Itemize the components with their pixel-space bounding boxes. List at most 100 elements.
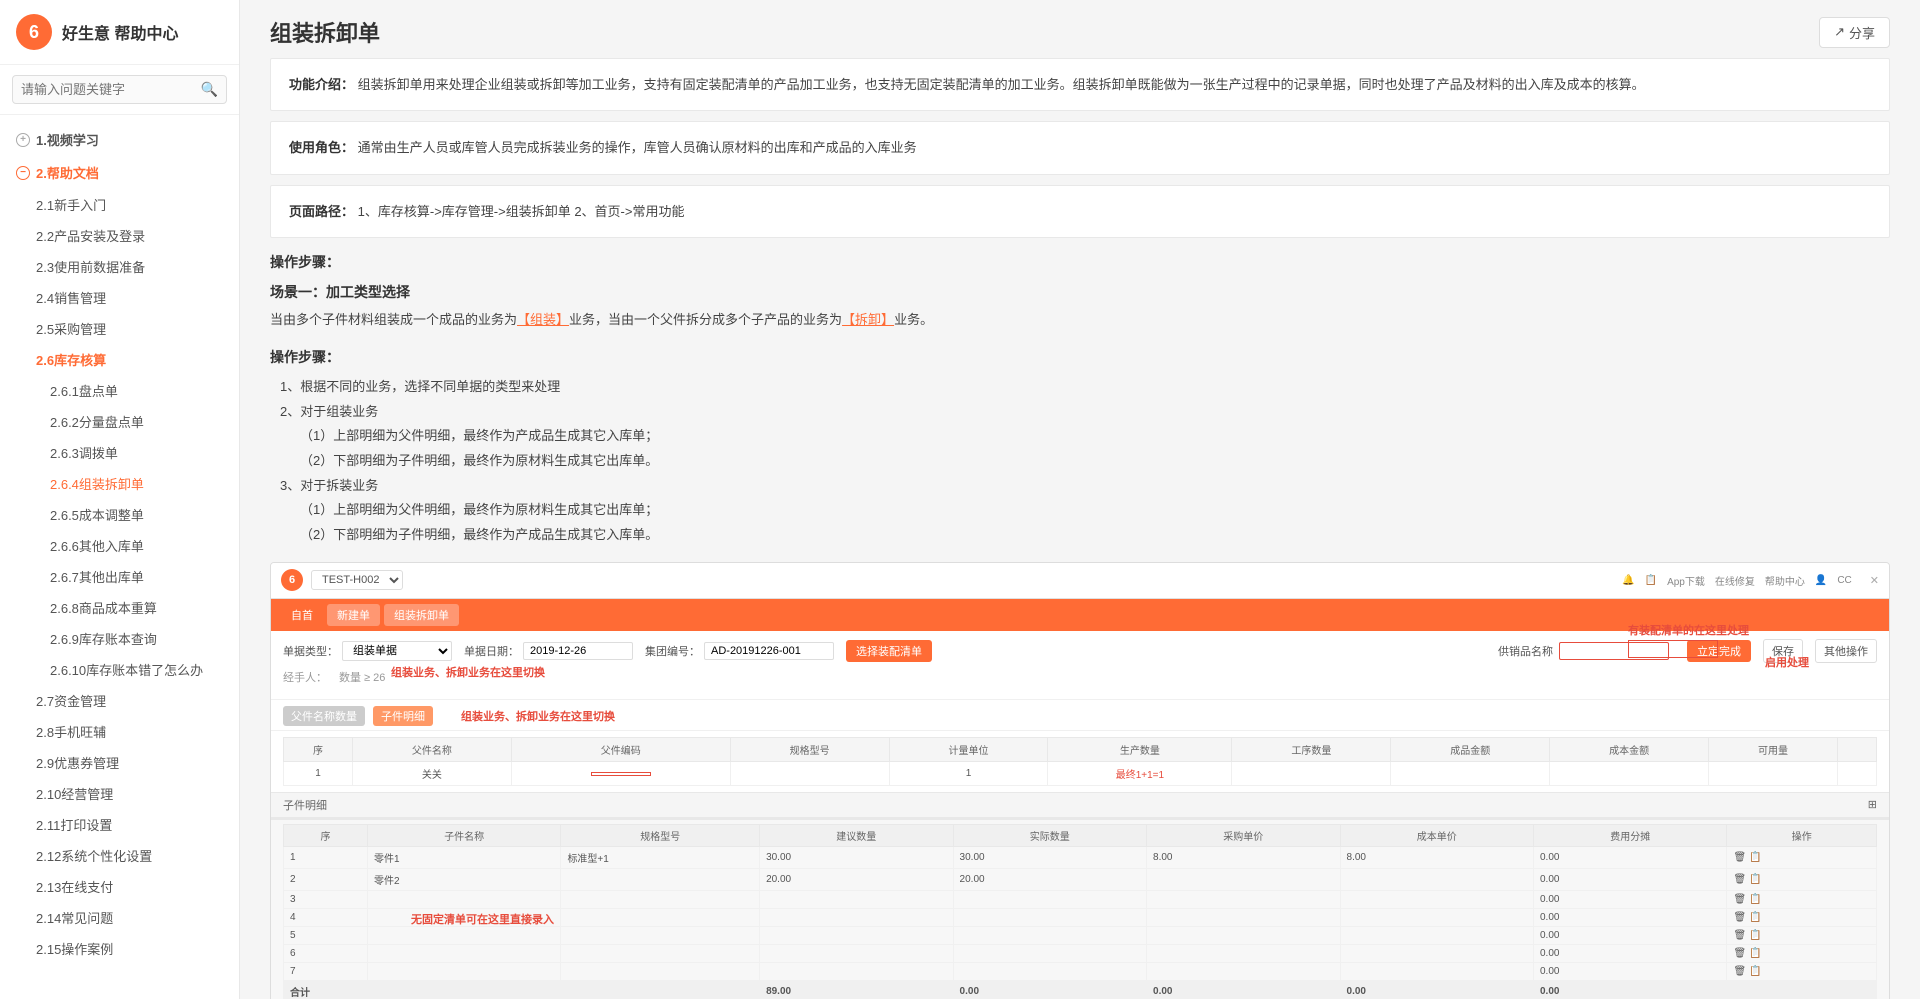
- share-button[interactable]: ↗ 分享: [1819, 17, 1890, 48]
- sidebar-item-inventory[interactable]: 2.6库存核算: [0, 344, 239, 375]
- page-title: 组装拆卸单: [270, 16, 380, 48]
- field-date: 单据日期：: [464, 642, 633, 660]
- ltd-ops: 🗑 📋: [1727, 868, 1877, 890]
- close-icon[interactable]: ✕: [1870, 574, 1879, 587]
- sidebar-item-video[interactable]: + 1.视频学习: [0, 123, 239, 156]
- nav-home[interactable]: 自首: [281, 604, 323, 626]
- ltd-cost: [1340, 868, 1533, 890]
- lower-table-area: 序 子件名称 规格型号 建议数量 实际数量 采购单价 成本单价 费用分摊 操作: [271, 818, 1889, 999]
- btn-save[interactable]: 保存: [1763, 639, 1803, 663]
- sidebar-item-ops[interactable]: 2.10经营管理: [0, 778, 239, 809]
- cell-code-input[interactable]: [591, 772, 651, 776]
- app-nav-bar: 自首 新建单 组装拆卸单: [271, 599, 1889, 631]
- sidebar-item-other-out[interactable]: 2.6.7其他出库单: [0, 561, 239, 592]
- sidebar-item-assembly[interactable]: 2.6.4组装拆卸单: [0, 468, 239, 499]
- content-header: 组装拆卸单 ↗ 分享: [240, 0, 1920, 58]
- role-block: 使用角色： 通常由生产人员或库管人员完成拆装业务的操作，库管人员确认原材料的出库…: [270, 121, 1890, 174]
- table-row: 1 零件1 标准型+1 30.00 30.00 8.00 8.00 0.00 🗑…: [284, 846, 1877, 868]
- step2-sub2: （2）下部明细为子件明细，最终作为原材料生成其它出库单。: [300, 449, 1890, 474]
- field-type: 单据类型： 组装单据 拆卸单据: [283, 641, 452, 661]
- func-intro-block: 功能介绍： 组装拆卸单用来处理企业组装或拆卸等加工业务，支持有固定装配清单的产品…: [270, 58, 1890, 111]
- ops-steps-title: 操作步骤：: [270, 252, 1890, 272]
- user-name: CC: [1837, 575, 1851, 586]
- th-ops: [1837, 737, 1876, 761]
- form-num-text: 数量 ≥ 26: [339, 669, 385, 685]
- ltd-pur: 8.00: [1147, 846, 1340, 868]
- ltd-suggest: 30.00: [760, 846, 953, 868]
- sidebar-item-data[interactable]: 2.3使用前数据准备: [0, 251, 239, 282]
- expand-icon: +: [16, 133, 30, 147]
- sidebar-item-mobile[interactable]: 2.8手机旺辅: [0, 716, 239, 747]
- field-date-input[interactable]: [523, 642, 633, 660]
- disassembly-link[interactable]: 【拆卸】: [842, 312, 894, 327]
- table-row: 70.00🗑 📋: [284, 962, 1877, 980]
- logo-icon: 6: [16, 14, 52, 50]
- sidebar-item-coupon[interactable]: 2.9优惠券管理: [0, 747, 239, 778]
- sidebar-item-cases[interactable]: 2.15操作案例: [0, 933, 239, 964]
- sidebar-item-finance[interactable]: 2.7资金管理: [0, 685, 239, 716]
- cell-avail: [1709, 761, 1838, 785]
- field-date-label: 单据日期：: [464, 643, 519, 659]
- sidebar-item-faq[interactable]: 2.14常见问题: [0, 902, 239, 933]
- logo-area: 6 好生意 帮助中心: [0, 0, 239, 65]
- btn-child-detail[interactable]: 子件明细: [373, 706, 433, 726]
- share-label: 分享: [1849, 23, 1875, 42]
- th-parent-code: 父件编码: [511, 737, 730, 761]
- sidebar-item-cost-recalc[interactable]: 2.6.8商品成本重算: [0, 592, 239, 623]
- field-type-label: 单据类型：: [283, 643, 338, 659]
- app-topbar: 6 TEST-H002 🔔 📋 App下载 在线修复 帮助中心 👤 CC: [271, 563, 1889, 599]
- btn-parent-detail[interactable]: 父件名称数量: [283, 706, 365, 726]
- th-finish-amt: 成品金额: [1391, 737, 1550, 761]
- app-company-select[interactable]: TEST-H002: [311, 570, 403, 590]
- btn-other[interactable]: 其他操作: [1815, 639, 1877, 663]
- assembly-link[interactable]: 【组装】: [517, 312, 569, 327]
- app-topbar-icons: 🔔 📋 App下载 在线修复 帮助中心 👤 CC: [1622, 573, 1852, 588]
- search-input[interactable]: [21, 82, 201, 97]
- ltd-name: 零件1: [367, 846, 560, 868]
- nav-assembly[interactable]: 组装拆卸单: [384, 604, 459, 626]
- sidebar-item-newbie[interactable]: 2.1新手入门: [0, 189, 239, 220]
- sidebar-item-cost[interactable]: 2.6.5成本调整单: [0, 499, 239, 530]
- expand-lower-icon[interactable]: ⊞: [1868, 798, 1877, 811]
- sidebar-item-print[interactable]: 2.11打印设置: [0, 809, 239, 840]
- upper-table-area: 序 父件名称 父件编码 规格型号 计量单位 生产数量 工序数量 成品金额 成本金…: [271, 731, 1889, 792]
- footer-ops: [1727, 980, 1877, 999]
- sidebar-item-stock-error[interactable]: 2.6.10库存账本错了怎么办: [0, 654, 239, 685]
- sidebar-item-splitstock[interactable]: 2.6.2分量盘点单: [0, 406, 239, 437]
- field-num-input[interactable]: [704, 642, 834, 660]
- step3: 3、对于拆装业务: [280, 474, 1890, 499]
- right-field-input[interactable]: [1559, 642, 1669, 660]
- sidebar: 6 好生意 帮助中心 🔍 + 1.视频学习 − 2.帮助文档 2.1新手入门 2…: [0, 0, 240, 999]
- cell-qty: 最终1+1=1: [1048, 761, 1232, 785]
- form-info-text: 经手人：: [283, 669, 327, 685]
- user-icon: 👤: [1815, 575, 1827, 586]
- sidebar-item-docs[interactable]: − 2.帮助文档: [0, 156, 239, 189]
- sidebar-item-sales[interactable]: 2.4销售管理: [0, 282, 239, 313]
- sidebar-item-adjust[interactable]: 2.6.3调拨单: [0, 437, 239, 468]
- footer-suggest: 89.00: [760, 980, 953, 999]
- sidebar-item-customize[interactable]: 2.12系统个性化设置: [0, 840, 239, 871]
- sidebar-item-stocktake[interactable]: 2.6.1盘点单: [0, 375, 239, 406]
- sidebar-item-other-in[interactable]: 2.6.6其他入库单: [0, 530, 239, 561]
- sidebar-item-label: 2.帮助文档: [36, 163, 99, 182]
- sidebar-item-purchase[interactable]: 2.5采购管理: [0, 313, 239, 344]
- role-label: 使用角色：: [289, 140, 354, 155]
- search-icon[interactable]: 🔍: [201, 81, 218, 98]
- sidebar-item-stock-check[interactable]: 2.6.9库存账本查询: [0, 623, 239, 654]
- help-center: 帮助中心: [1765, 573, 1805, 588]
- nav-new[interactable]: 新建单: [327, 604, 380, 626]
- search-box[interactable]: 🔍: [12, 75, 227, 104]
- btn-finish[interactable]: 立定完成: [1687, 640, 1751, 662]
- role-text: 通常由生产人员或库管人员完成拆装业务的操作，库管人员确认原材料的出库和产成品的入…: [358, 140, 917, 155]
- th-avail: 可用量: [1709, 737, 1838, 761]
- th-seq: 序: [284, 737, 353, 761]
- table-row: 40.00🗑 📋: [284, 908, 1877, 926]
- footer-label: 合计: [284, 980, 760, 999]
- btn-select-bom[interactable]: 选择装配清单: [846, 640, 932, 662]
- lower-section-label: 子件明细: [283, 797, 327, 813]
- sidebar-item-label: 1.视频学习: [36, 130, 99, 149]
- sidebar-item-install[interactable]: 2.2产品安装及登录: [0, 220, 239, 251]
- field-type-select[interactable]: 组装单据 拆卸单据: [342, 641, 452, 661]
- ltd-cost: 8.00: [1340, 846, 1533, 868]
- sidebar-item-online-pay[interactable]: 2.13在线支付: [0, 871, 239, 902]
